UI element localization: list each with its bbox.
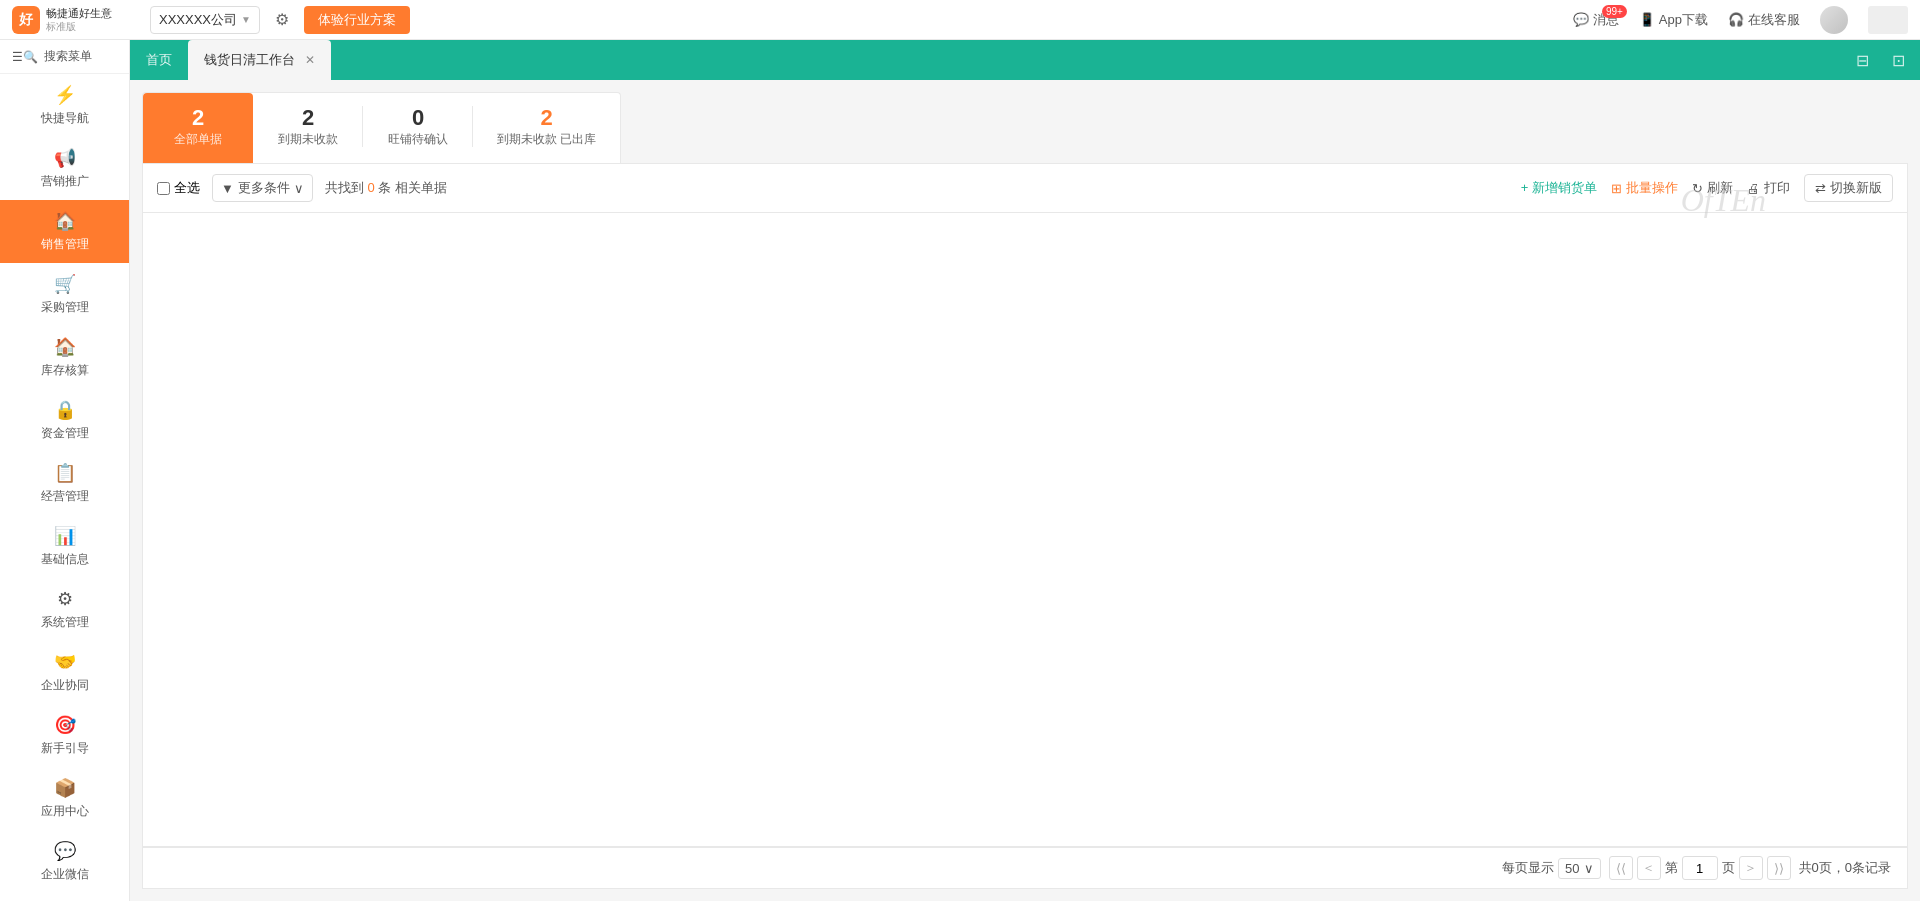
search-icon: ☰🔍 [12, 50, 38, 64]
sidebar-item-quick-nav[interactable]: ⚡ 快捷导航 [0, 74, 129, 137]
sidebar-item-newbie[interactable]: 🎯 新手引导 [0, 704, 129, 767]
new-sale-order-button[interactable]: + 新增销货单 [1521, 179, 1597, 197]
quick-nav-icon: ⚡ [54, 84, 76, 106]
chevron-down-icon: ▼ [241, 14, 251, 25]
download-icon: 📱 [1639, 12, 1655, 27]
inventory-icon: 🏠 [54, 336, 76, 358]
switch-icon: ⇄ [1815, 181, 1826, 196]
page-size-dropdown[interactable]: 50 ∨ [1558, 858, 1600, 879]
sidebar-item-basic[interactable]: 📊 基础信息 [0, 515, 129, 578]
switch-version-button[interactable]: ⇄ 切换新版 [1804, 174, 1893, 202]
online-service-button[interactable]: 🎧 在线客服 [1728, 11, 1800, 29]
tab-workbench[interactable]: 钱货日清工作台 ✕ [188, 40, 331, 80]
sidebar-item-inventory[interactable]: 🏠 库存核算 [0, 326, 129, 389]
top-right-actions: 💬 消息 99+ 📱 App下载 🎧 在线客服 [1573, 6, 1908, 34]
sidebar-item-sales[interactable]: 🏠 销售管理 [0, 200, 129, 263]
logo-icon: 好 [12, 6, 40, 34]
basic-icon: 📊 [54, 525, 76, 547]
toolbar: 全选 ▼ 更多条件 ∨ 共找到 0 条 相关单据 + 新增销货单 ⊞ [142, 163, 1908, 213]
stat-tab-overdue-shipped[interactable]: 2 到期未收款 已出库 [473, 93, 620, 163]
sidebar: ☰🔍 搜索菜单 ⚡ 快捷导航 📢 营销推广 🏠 销售管理 🛒 采购管理 🏠 库存… [0, 40, 130, 901]
next-page-button[interactable]: ＞ [1739, 856, 1763, 880]
trial-button[interactable]: 体验行业方案 [304, 6, 410, 34]
sales-icon: 🏠 [54, 210, 76, 232]
weixin-icon: 💬 [54, 840, 76, 862]
settings-button[interactable]: ⚙ [268, 6, 296, 34]
company-selector[interactable]: XXXXXX公司 ▼ [150, 6, 260, 34]
prev-page-button[interactable]: ＜ [1637, 856, 1661, 880]
more-filter-button[interactable]: ▼ 更多条件 ∨ [212, 174, 313, 202]
total-info: 共0页，0条记录 [1799, 859, 1891, 877]
page-number-input[interactable] [1682, 856, 1718, 880]
system-icon: ⚙ [57, 588, 73, 610]
stat-tab-all[interactable]: 2 全部单据 [143, 93, 253, 163]
filter-icon: ▼ [221, 181, 234, 196]
tab-bar-right: ⊟ ⊡ [1848, 46, 1920, 74]
result-text: 共找到 0 条 相关单据 [325, 179, 447, 197]
main-layout: ☰🔍 搜索菜单 ⚡ 快捷导航 📢 营销推广 🏠 销售管理 🛒 采购管理 🏠 库存… [0, 40, 1920, 901]
sidebar-item-operation[interactable]: 📋 经营管理 [0, 452, 129, 515]
batch-icon: ⊞ [1611, 181, 1622, 196]
print-icon: 🖨 [1747, 181, 1760, 196]
app-download-button[interactable]: 📱 App下载 [1639, 11, 1708, 29]
tab-close-icon[interactable]: ✕ [305, 53, 315, 67]
select-all-area[interactable]: 全选 [157, 179, 200, 197]
search-menu-item[interactable]: ☰🔍 搜索菜单 [0, 40, 129, 74]
page-content: 2 全部单据 2 到期未收款 0 旺铺待确认 2 到期未收款 已出库 [130, 80, 1920, 901]
operation-icon: 📋 [54, 462, 76, 484]
service-icon: 🎧 [1728, 12, 1744, 27]
sidebar-item-member[interactable]: ♥ 畅会员 [0, 893, 129, 901]
stats-tabs: 2 全部单据 2 到期未收款 0 旺铺待确认 2 到期未收款 已出库 [142, 92, 621, 163]
sidebar-item-weixin[interactable]: 💬 企业微信 [0, 830, 129, 893]
message-button[interactable]: 💬 消息 99+ [1573, 11, 1619, 29]
stat-tab-pending[interactable]: 0 旺铺待确认 [363, 93, 473, 163]
marketing-icon: 📢 [54, 147, 76, 169]
enterprise-icon: 🤝 [54, 651, 76, 673]
page-size-select: 每页显示 50 ∨ [1502, 858, 1600, 879]
sidebar-item-system[interactable]: ⚙ 系统管理 [0, 578, 129, 641]
user-menu[interactable] [1868, 6, 1908, 34]
refresh-icon: ↻ [1692, 181, 1703, 196]
sidebar-item-purchase[interactable]: 🛒 采购管理 [0, 263, 129, 326]
table-area [142, 213, 1908, 847]
sidebar-item-marketing[interactable]: 📢 营销推广 [0, 137, 129, 200]
logo-text: 畅捷通好生意 标准版 [46, 6, 112, 33]
avatar[interactable] [1820, 6, 1848, 34]
last-page-button[interactable]: ⟩⟩ [1767, 856, 1791, 880]
refresh-button[interactable]: ↻ 刷新 [1692, 179, 1733, 197]
top-bar: 好 畅捷通好生意 标准版 XXXXXX公司 ▼ ⚙ 体验行业方案 💬 消息 99… [0, 0, 1920, 40]
first-page-button[interactable]: ⟨⟨ [1609, 856, 1633, 880]
pagination-bar: 每页显示 50 ∨ ⟨⟨ ＜ 第 页 ＞ ⟩⟩ 共0页，0条记录 [142, 847, 1908, 889]
purchase-icon: 🛒 [54, 273, 76, 295]
message-icon: 💬 [1573, 12, 1589, 27]
page-navigation: ⟨⟨ ＜ 第 页 ＞ ⟩⟩ [1609, 856, 1791, 880]
stat-tab-overdue[interactable]: 2 到期未收款 [253, 93, 363, 163]
message-badge: 99+ [1602, 5, 1627, 18]
chevron-icon: ∨ [294, 181, 304, 196]
finance-icon: 🔒 [54, 399, 76, 421]
sidebar-item-app-center[interactable]: 📦 应用中心 [0, 767, 129, 830]
toolbar-right: + 新增销货单 ⊞ 批量操作 ↻ 刷新 🖨 打印 ⇄ [1521, 174, 1893, 202]
select-all-checkbox[interactable] [157, 182, 170, 195]
print-button[interactable]: 🖨 打印 [1747, 179, 1790, 197]
sidebar-item-enterprise[interactable]: 🤝 企业协同 [0, 641, 129, 704]
tab-home[interactable]: 首页 [130, 40, 188, 80]
newbie-icon: 🎯 [54, 714, 76, 736]
tab-minimize-button[interactable]: ⊟ [1848, 46, 1876, 74]
tab-bar: 首页 钱货日清工作台 ✕ ⊟ ⊡ [130, 40, 1920, 80]
sidebar-item-finance[interactable]: 🔒 资金管理 [0, 389, 129, 452]
app-center-icon: 📦 [54, 777, 76, 799]
logo-area: 好 畅捷通好生意 标准版 [12, 6, 142, 34]
content-area: 首页 钱货日清工作台 ✕ ⊟ ⊡ 2 全部单据 2 到期未收款 [130, 40, 1920, 901]
tab-maximize-button[interactable]: ⊡ [1884, 46, 1912, 74]
dropdown-arrow-icon: ∨ [1584, 861, 1594, 876]
batch-operation-button[interactable]: ⊞ 批量操作 [1611, 179, 1678, 197]
